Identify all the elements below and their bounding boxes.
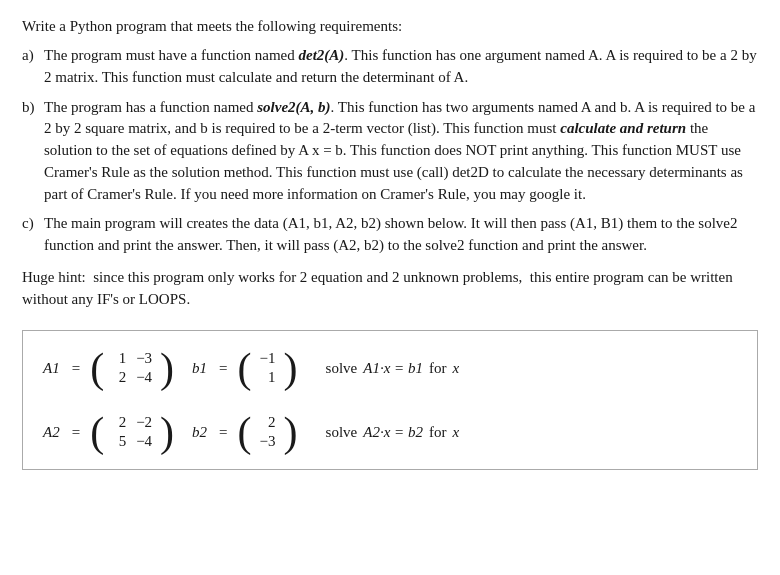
hint-block: Huge hint: since this program only works… — [22, 267, 758, 311]
solve2-func: solve2(A, b) — [257, 99, 330, 115]
solve-part-1: solve A1·x = b1 for x — [326, 360, 460, 377]
section-a: a) The program must have a function name… — [22, 45, 758, 89]
section-c-content: The main program will creates the data (… — [44, 213, 758, 257]
det2a-func: det2(A) — [299, 47, 345, 63]
b2-label: b2 — [192, 424, 207, 441]
b1-expr: b1 = ( −1 1 ) — [192, 347, 297, 389]
math-area: A1 = ( 1 −3 2 −4 ) b1 = ( −1 1 — [22, 330, 758, 470]
hint-text: Huge hint: since this program only works… — [22, 269, 733, 307]
math-row-2: A2 = ( 2 −2 5 −4 ) b2 = ( 2 −3 — [43, 411, 737, 453]
math-row-1: A1 = ( 1 −3 2 −4 ) b1 = ( −1 1 — [43, 347, 737, 389]
section-a-label: a) — [22, 45, 44, 89]
b2-expr: b2 = ( 2 −3 ) — [192, 411, 297, 453]
a1-label: A1 — [43, 360, 60, 377]
b1-matrix: ( −1 1 ) — [238, 347, 298, 389]
calc-return-emphasis: calculate and return — [560, 120, 686, 136]
a1-expr: A1 = ( 1 −3 2 −4 ) — [43, 347, 174, 389]
b2-matrix: ( 2 −3 ) — [238, 411, 298, 453]
a2-label: A2 — [43, 424, 60, 441]
section-c-label: c) — [22, 213, 44, 257]
a2-expr: A2 = ( 2 −2 5 −4 ) — [43, 411, 174, 453]
a2-matrix: ( 2 −2 5 −4 ) — [90, 411, 174, 453]
section-b: b) The program has a function named solv… — [22, 97, 758, 206]
section-b-content: The program has a function named solve2(… — [44, 97, 758, 206]
page-title: Write a Python program that meets the fo… — [22, 18, 758, 35]
solve-part-2: solve A2·x = b2 for x — [326, 424, 460, 441]
a1-matrix: ( 1 −3 2 −4 ) — [90, 347, 174, 389]
section-c: c) The main program will creates the dat… — [22, 213, 758, 257]
b1-label: b1 — [192, 360, 207, 377]
section-a-content: The program must have a function named d… — [44, 45, 758, 89]
section-b-label: b) — [22, 97, 44, 206]
